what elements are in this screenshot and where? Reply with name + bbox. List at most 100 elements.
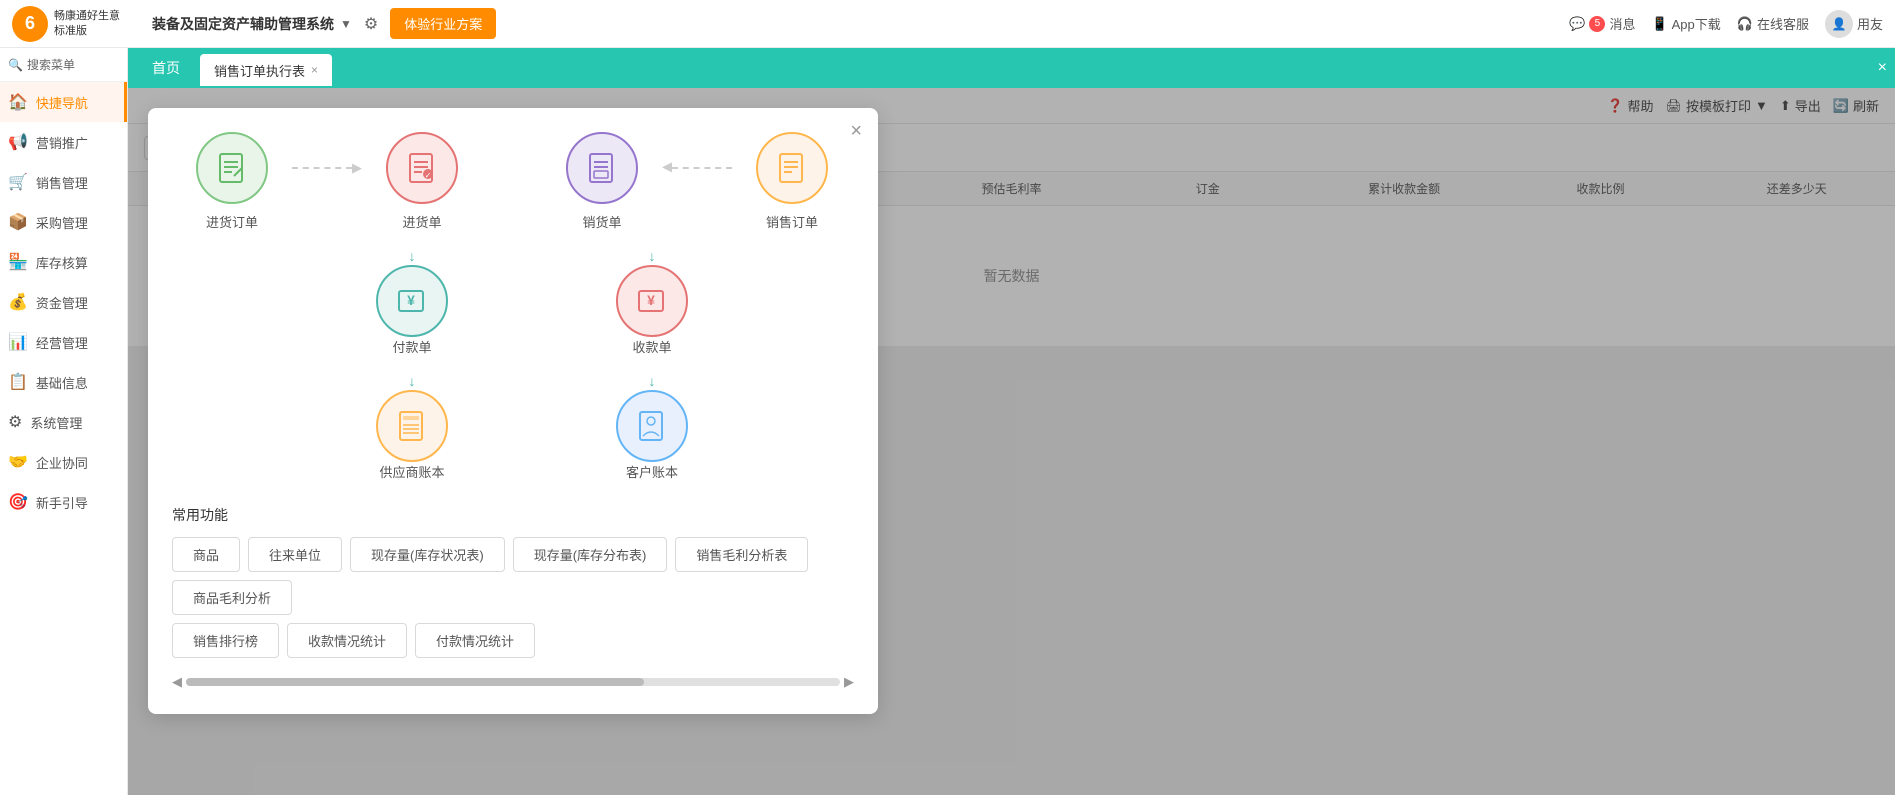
- arrow-sales-order-to-sales-bill: ▶: [662, 160, 732, 176]
- func-btn-sales-ranking[interactable]: 销售排行榜: [172, 623, 279, 658]
- payment-bill-group: ↓ ¥ 付款单: [376, 247, 448, 356]
- func-btn-partner[interactable]: 往来单位: [248, 537, 342, 572]
- customer-ledger-group: ↓ 客户账本: [616, 372, 688, 481]
- app-download-label: App下载: [1672, 14, 1721, 33]
- sales-icon: 🛒: [8, 172, 28, 192]
- sidebar-label-quick-nav: 快捷导航: [36, 93, 88, 112]
- supplier-ledger-group: ↓: [376, 372, 448, 481]
- sidebar-item-inventory[interactable]: 🏪 库存核算: [0, 242, 127, 282]
- settings-icon[interactable]: ⚙: [364, 14, 378, 34]
- tab-bar: 首页 销售订单执行表 × ×: [128, 48, 1895, 88]
- sidebar-item-operations[interactable]: 📊 经营管理: [0, 322, 127, 362]
- flow-node-sales-order: 销售订单: [732, 132, 852, 231]
- tab-sales-order[interactable]: 销售订单执行表 ×: [200, 54, 332, 86]
- sidebar: 🔍 搜索菜单 🏠 快捷导航 📢 营销推广 🛒 销售管理 📦 采购管理 🏪: [0, 48, 128, 795]
- guide-icon: 🎯: [8, 492, 28, 512]
- sales-bill-icon: [566, 132, 638, 204]
- func-btn-product[interactable]: 商品: [172, 537, 240, 572]
- scroll-area: ◀ ▶: [172, 674, 854, 690]
- tab-close-icon[interactable]: ×: [311, 63, 318, 77]
- sidebar-item-quick-nav[interactable]: 🏠 快捷导航: [0, 82, 127, 122]
- scroll-thumb: [186, 678, 644, 686]
- app-download-item[interactable]: 📱 App下载: [1651, 14, 1720, 33]
- scroll-right-btn[interactable]: ▶: [844, 674, 854, 690]
- app-container: 6 畅康通好生意 标准版 装备及固定资产辅助管理系统 ▼ ⚙ 体验行业方案 💬 …: [0, 0, 1895, 795]
- sidebar-label-system: 系统管理: [30, 413, 82, 432]
- system-dropdown-btn[interactable]: ▼: [340, 17, 352, 31]
- sidebar-label-enterprise: 企业协同: [36, 453, 88, 472]
- tab-sales-order-label: 销售订单执行表: [214, 61, 305, 80]
- avatar: 👤: [1825, 10, 1853, 38]
- finance-icon: 💰: [8, 292, 28, 312]
- trial-button[interactable]: 体验行业方案: [390, 8, 496, 39]
- modal-close-btn[interactable]: ×: [850, 120, 862, 143]
- func-btn-product-profit[interactable]: 商品毛利分析: [172, 580, 292, 615]
- sidebar-item-finance[interactable]: 💰 资金管理: [0, 282, 127, 322]
- headset-icon: 🎧: [1737, 16, 1753, 32]
- v-arrow-payment: ↓: [409, 374, 416, 388]
- purchase-icon: 📦: [8, 212, 28, 232]
- logo-icon: 6: [12, 6, 48, 42]
- user-item[interactable]: 👤 用友: [1825, 10, 1883, 38]
- svg-text:¥: ¥: [647, 292, 655, 308]
- message-label: 消息: [1609, 14, 1635, 33]
- receipt-bill-label: 收款单: [632, 337, 671, 356]
- online-service-label: 在线客服: [1757, 14, 1809, 33]
- sidebar-item-basic-info[interactable]: 📋 基础信息: [0, 362, 127, 402]
- sales-bill-label: 销货单: [582, 212, 621, 231]
- sidebar-item-purchase[interactable]: 📦 采购管理: [0, 202, 127, 242]
- sidebar-search[interactable]: 🔍 搜索菜单: [0, 48, 127, 82]
- customer-ledger-label: 客户账本: [626, 462, 678, 481]
- inventory-icon: 🏪: [8, 252, 28, 272]
- sales-order-label: 销售订单: [766, 212, 818, 231]
- svg-text:✓: ✓: [425, 171, 432, 180]
- top-bar: 6 畅康通好生意 标准版 装备及固定资产辅助管理系统 ▼ ⚙ 体验行业方案 💬 …: [0, 0, 1895, 48]
- purchase-bill-icon: ✓: [386, 132, 458, 204]
- sidebar-label-basic-info: 基础信息: [36, 373, 88, 392]
- scroll-left-btn[interactable]: ◀: [172, 674, 182, 690]
- func-btn-payment-stats[interactable]: 付款情况统计: [415, 623, 535, 658]
- sales-order-icon: [756, 132, 828, 204]
- logo-text: 畅康通好生意 标准版: [54, 9, 120, 38]
- modal-dialog: ×: [148, 108, 878, 714]
- sidebar-label-operations: 经营管理: [36, 333, 88, 352]
- system-title: 装备及固定资产辅助管理系统 ▼: [152, 14, 352, 34]
- sidebar-item-guide[interactable]: 🎯 新手引导: [0, 482, 127, 522]
- purchase-order-label: 进货订单: [206, 212, 258, 231]
- common-functions-title: 常用功能: [172, 505, 854, 525]
- func-btn-receipt-stats[interactable]: 收款情况统计: [287, 623, 407, 658]
- basic-info-icon: 📋: [8, 372, 28, 392]
- content-area: 首页 销售订单执行表 × × ❓ 帮助 �: [128, 48, 1895, 795]
- function-buttons-row1: 商品 往来单位 现存量(库存状况表) 现存量(库存分布表) 销售毛利分析表 商品…: [172, 537, 854, 615]
- func-btn-stock-dist[interactable]: 现存量(库存分布表): [513, 537, 668, 572]
- sidebar-label-purchase: 采购管理: [36, 213, 88, 232]
- sidebar-label-guide: 新手引导: [36, 493, 88, 512]
- flow-node-purchase-order: 进货订单: [172, 132, 292, 231]
- message-item[interactable]: 💬 5 消息: [1569, 14, 1635, 33]
- function-buttons-row2: 销售排行榜 收款情况统计 付款情况统计: [172, 623, 854, 658]
- sidebar-label-inventory: 库存核算: [36, 253, 88, 272]
- purchase-bill-label: 进货单: [402, 212, 441, 231]
- tab-bar-close-btn[interactable]: ×: [1878, 59, 1887, 77]
- receipt-bill-group: ↓ ¥ 收款单: [616, 247, 688, 356]
- arrow-purchase-to-purchase-bill: ▶: [292, 160, 362, 176]
- scroll-track[interactable]: [186, 678, 840, 686]
- flow-node-sales-bill: 销货单: [542, 132, 662, 231]
- purchase-order-icon: [196, 132, 268, 204]
- sidebar-item-enterprise[interactable]: 🤝 企业协同: [0, 442, 127, 482]
- top-right: 💬 5 消息 📱 App下载 🎧 在线客服 👤 用友: [1569, 10, 1883, 38]
- flow-diagram: 进货订单 ▶: [172, 132, 854, 481]
- online-service-item[interactable]: 🎧 在线客服: [1737, 14, 1809, 33]
- customer-ledger-icon: [616, 390, 688, 462]
- func-btn-stock-status[interactable]: 现存量(库存状况表): [350, 537, 505, 572]
- main-area: 🔍 搜索菜单 🏠 快捷导航 📢 营销推广 🛒 销售管理 📦 采购管理 🏪: [0, 48, 1895, 795]
- sidebar-item-sales[interactable]: 🛒 销售管理: [0, 162, 127, 202]
- tab-home[interactable]: 首页: [136, 48, 196, 88]
- supplier-ledger-icon: [376, 390, 448, 462]
- func-btn-sales-profit[interactable]: 销售毛利分析表: [675, 537, 808, 572]
- sidebar-item-marketing[interactable]: 📢 营销推广: [0, 122, 127, 162]
- marketing-icon: 📢: [8, 132, 28, 152]
- sidebar-item-system[interactable]: ⚙ 系统管理: [0, 402, 127, 442]
- receipt-bill-icon: ¥: [616, 265, 688, 337]
- logo-area: 6 畅康通好生意 标准版: [12, 6, 140, 42]
